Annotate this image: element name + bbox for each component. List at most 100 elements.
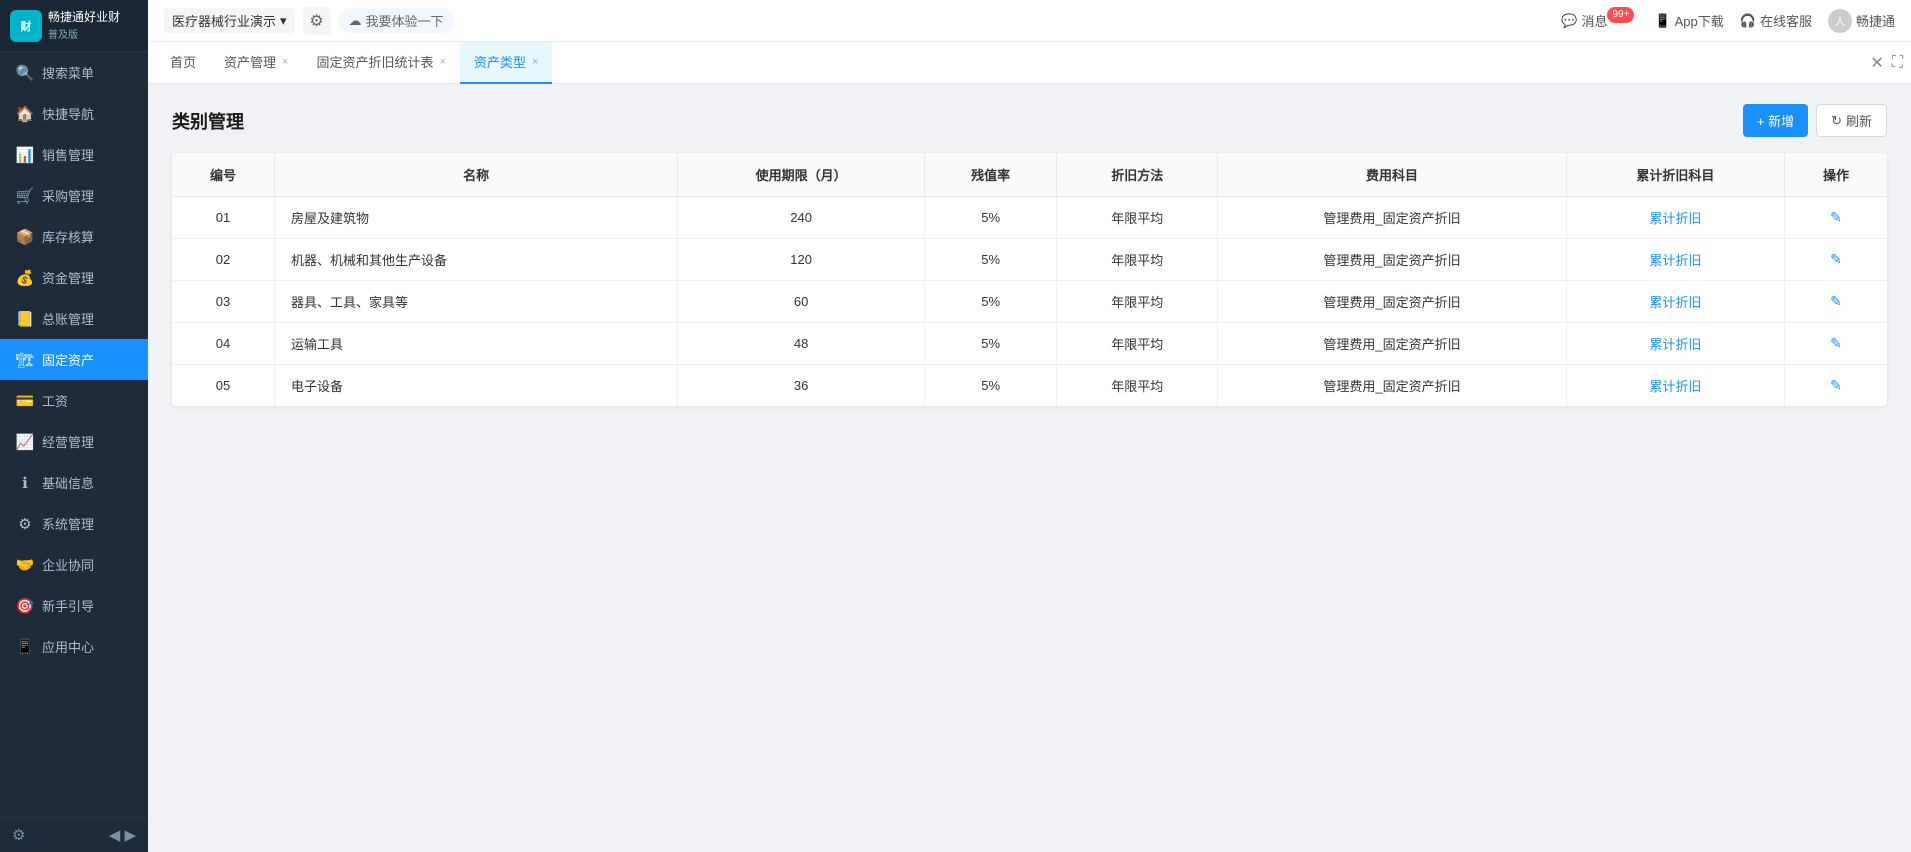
- message-button[interactable]: 💬 消息 99+: [1561, 11, 1638, 30]
- col-action: 操作: [1784, 153, 1887, 197]
- sidebar-item-sales[interactable]: 📊 销售管理: [0, 134, 148, 175]
- ledger-icon: 📒: [16, 310, 34, 328]
- cell-id: 01: [172, 197, 274, 239]
- sidebar-item-ledger[interactable]: 📒 总账管理: [0, 298, 148, 339]
- cell-method: 年限平均: [1057, 239, 1218, 281]
- app-name: 畅捷通好业财: [48, 10, 120, 26]
- sidebar-item-basic-info[interactable]: ℹ 基础信息: [0, 462, 148, 503]
- settings-icon[interactable]: ⚙: [12, 826, 25, 844]
- sidebar-item-purchase[interactable]: 🛒 采购管理: [0, 175, 148, 216]
- sidebar-item-system[interactable]: ⚙ 系统管理: [0, 503, 148, 544]
- cell-action: ✎: [1784, 197, 1887, 239]
- close-tab-icon[interactable]: ✕: [1870, 53, 1883, 73]
- app-download-button[interactable]: 📱 App下载: [1654, 11, 1723, 30]
- sidebar-item-search[interactable]: 🔍 搜索菜单: [0, 52, 148, 93]
- cell-name: 房屋及建筑物: [274, 197, 677, 239]
- cell-name: 器具、工具、家具等: [274, 281, 677, 323]
- tab-asset-type-close[interactable]: ×: [532, 56, 538, 68]
- sidebar-item-funds[interactable]: 💰 资金管理: [0, 257, 148, 298]
- cell-accumulated[interactable]: 累计折旧: [1566, 239, 1784, 281]
- sidebar-item-label: 工资: [42, 391, 68, 410]
- col-method: 折旧方法: [1057, 153, 1218, 197]
- sidebar-item-quick-nav[interactable]: 🏠 快捷导航: [0, 93, 148, 134]
- user-menu[interactable]: 人 畅捷通: [1828, 9, 1895, 33]
- col-expense: 费用科目: [1218, 153, 1567, 197]
- cell-accumulated[interactable]: 累计折旧: [1566, 365, 1784, 407]
- sidebar-item-label: 应用中心: [42, 637, 94, 656]
- sidebar-item-fixed-assets[interactable]: 🏗 固定资产: [0, 339, 148, 380]
- cell-accumulated[interactable]: 累计折旧: [1566, 197, 1784, 239]
- sidebar-item-enterprise[interactable]: 🤝 企业协同: [0, 544, 148, 585]
- table-row: 01 房屋及建筑物 240 5% 年限平均 管理费用_固定资产折旧 累计折旧 ✎: [172, 197, 1887, 239]
- customer-service-button[interactable]: 🎧 在线客服: [1740, 11, 1812, 30]
- message-icon: 💬: [1561, 13, 1577, 29]
- cell-accumulated[interactable]: 累计折旧: [1566, 281, 1784, 323]
- collapse-icon[interactable]: ◀ ▶: [109, 826, 136, 844]
- cell-residual: 5%: [925, 323, 1057, 365]
- tab-fixed-asset-report[interactable]: 固定资产折旧统计表 ×: [302, 42, 459, 84]
- sidebar-item-label: 库存核算: [42, 227, 94, 246]
- company-name: 医疗器械行业演示: [172, 11, 276, 30]
- cell-period: 120: [678, 239, 925, 281]
- business-icon: 📈: [16, 433, 34, 451]
- expand-icon[interactable]: ⛶: [1892, 54, 1903, 72]
- edit-icon[interactable]: ✎: [1830, 209, 1842, 225]
- funds-icon: 💰: [16, 269, 34, 287]
- refresh-button[interactable]: ↻ 刷新: [1816, 104, 1887, 137]
- sidebar-item-label: 企业协同: [42, 555, 94, 574]
- sidebar-item-label: 快捷导航: [42, 104, 94, 123]
- sidebar-item-guide[interactable]: 🎯 新手引导: [0, 585, 148, 626]
- cell-id: 05: [172, 365, 274, 407]
- edit-icon[interactable]: ✎: [1830, 293, 1842, 309]
- refresh-icon: ↻: [1831, 113, 1842, 129]
- tab-asset-mgmt-close[interactable]: ×: [282, 56, 288, 68]
- cell-residual: 5%: [925, 365, 1057, 407]
- fixed-assets-icon: 🏗: [16, 351, 34, 369]
- cell-action: ✎: [1784, 239, 1887, 281]
- tab-fixed-asset-report-close[interactable]: ×: [439, 56, 445, 68]
- sidebar-footer: ⚙ ◀ ▶: [0, 817, 148, 852]
- sidebar-item-app-center[interactable]: 📱 应用中心: [0, 626, 148, 667]
- avatar: 人: [1828, 9, 1852, 33]
- table-row: 03 器具、工具、家具等 60 5% 年限平均 管理费用_固定资产折旧 累计折旧…: [172, 281, 1887, 323]
- sidebar-item-business[interactable]: 📈 经营管理: [0, 421, 148, 462]
- tab-asset-mgmt-label: 资产管理: [224, 52, 276, 71]
- tabbar-actions: ✕ ⛶: [1870, 53, 1911, 73]
- settings-button[interactable]: ⚙: [303, 7, 331, 35]
- edit-icon[interactable]: ✎: [1830, 377, 1842, 393]
- sales-icon: 📊: [16, 146, 34, 164]
- cell-expense: 管理费用_固定资产折旧: [1218, 365, 1567, 407]
- cell-residual: 5%: [925, 239, 1057, 281]
- col-id: 编号: [172, 153, 274, 197]
- sidebar-item-label: 销售管理: [42, 145, 94, 164]
- cell-accumulated[interactable]: 累计折旧: [1566, 323, 1784, 365]
- tab-asset-type-label: 资产类型: [474, 52, 526, 71]
- cell-expense: 管理费用_固定资产折旧: [1218, 323, 1567, 365]
- company-selector[interactable]: 医疗器械行业演示 ▾: [164, 8, 295, 33]
- asset-type-table: 编号 名称 使用期限（月） 残值率 折旧方法 费用科目 累计折旧科目 操作 01…: [172, 153, 1887, 406]
- experience-button[interactable]: ☁ 我要体验一下: [339, 8, 454, 33]
- new-button[interactable]: + 新增: [1743, 104, 1808, 137]
- edit-icon[interactable]: ✎: [1830, 251, 1842, 267]
- sidebar-item-payroll[interactable]: 💳 工资: [0, 380, 148, 421]
- purchase-icon: 🛒: [16, 187, 34, 205]
- col-accumulated: 累计折旧科目: [1566, 153, 1784, 197]
- tab-home[interactable]: 首页: [156, 42, 210, 84]
- header-row: 编号 名称 使用期限（月） 残值率 折旧方法 费用科目 累计折旧科目 操作: [172, 153, 1887, 197]
- cell-action: ✎: [1784, 281, 1887, 323]
- search-icon: 🔍: [16, 64, 34, 82]
- cell-method: 年限平均: [1057, 323, 1218, 365]
- tabbar: 首页 资产管理 × 固定资产折旧统计表 × 资产类型 × ✕ ⛶: [148, 42, 1911, 84]
- main-area: 医疗器械行业演示 ▾ ⚙ ☁ 我要体验一下 💬 消息 99+ 📱 App下载 🎧…: [148, 0, 1911, 852]
- sidebar-item-inventory[interactable]: 📦 库存核算: [0, 216, 148, 257]
- cell-id: 02: [172, 239, 274, 281]
- cell-period: 240: [678, 197, 925, 239]
- cell-id: 03: [172, 281, 274, 323]
- col-period: 使用期限（月）: [678, 153, 925, 197]
- tab-asset-mgmt[interactable]: 资产管理 ×: [210, 42, 302, 84]
- tab-asset-type[interactable]: 资产类型 ×: [460, 42, 552, 84]
- sidebar-item-label: 新手引导: [42, 596, 94, 615]
- chevron-down-icon: ▾: [280, 13, 287, 29]
- inventory-icon: 📦: [16, 228, 34, 246]
- edit-icon[interactable]: ✎: [1830, 335, 1842, 351]
